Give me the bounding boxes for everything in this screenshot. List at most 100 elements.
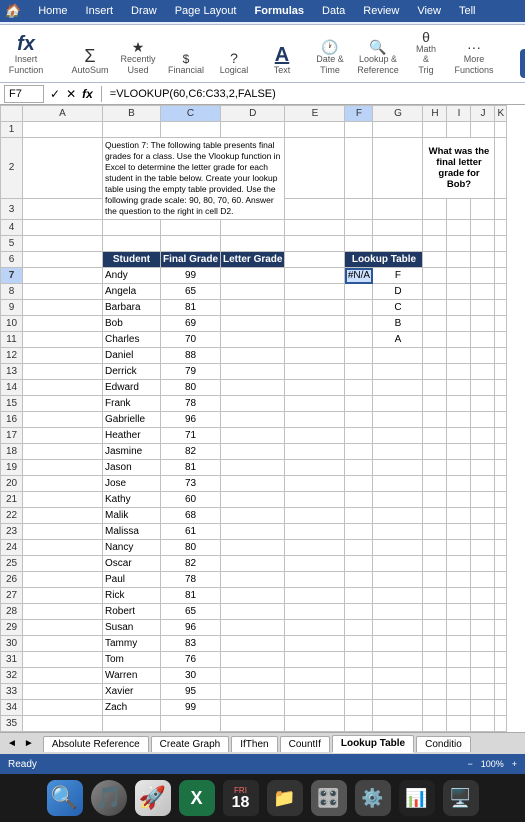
- cell-c17[interactable]: 71: [161, 428, 221, 444]
- cell-a34[interactable]: [23, 700, 103, 716]
- cell-d16[interactable]: [221, 412, 285, 428]
- dock-app2[interactable]: 🎛️: [311, 780, 347, 816]
- cell-g24[interactable]: [373, 540, 423, 556]
- cell-d15[interactable]: [221, 396, 285, 412]
- cell-h33[interactable]: [423, 684, 447, 700]
- cell-j22[interactable]: [471, 508, 495, 524]
- cell-b15[interactable]: Frank: [103, 396, 161, 412]
- menu-page-layout[interactable]: Page Layout: [171, 4, 241, 18]
- cell-k17[interactable]: [495, 428, 507, 444]
- cell-k31[interactable]: [495, 652, 507, 668]
- cell-b14[interactable]: Edward: [103, 380, 161, 396]
- dock-app4[interactable]: 📊: [399, 780, 435, 816]
- cell-h25[interactable]: [423, 556, 447, 572]
- cell-g30[interactable]: [373, 636, 423, 652]
- cell-h11[interactable]: [423, 332, 447, 348]
- cell-k20[interactable]: [495, 476, 507, 492]
- cell-d19[interactable]: [221, 460, 285, 476]
- cell-f8[interactable]: [345, 284, 373, 300]
- cell-i15[interactable]: [447, 396, 471, 412]
- cell-j24[interactable]: [471, 540, 495, 556]
- cell-d34[interactable]: [221, 700, 285, 716]
- cell-e21[interactable]: [285, 492, 345, 508]
- cell-e13[interactable]: [285, 364, 345, 380]
- cell-h27[interactable]: [423, 588, 447, 604]
- cell-h22[interactable]: [423, 508, 447, 524]
- cell-i35[interactable]: [447, 716, 471, 732]
- cell-b30[interactable]: Tammy: [103, 636, 161, 652]
- cell-g29[interactable]: [373, 620, 423, 636]
- menu-insert[interactable]: Insert: [82, 4, 118, 18]
- cell-a23[interactable]: [23, 524, 103, 540]
- tab-conditio[interactable]: Conditio: [416, 736, 471, 752]
- cell-g21[interactable]: [373, 492, 423, 508]
- cell-h24[interactable]: [423, 540, 447, 556]
- cell-a16[interactable]: [23, 412, 103, 428]
- cell-j23[interactable]: [471, 524, 495, 540]
- cell-e4[interactable]: [285, 220, 345, 236]
- dock-siri[interactable]: 🎵: [91, 780, 127, 816]
- cell-j3[interactable]: [471, 198, 495, 220]
- cell-k14[interactable]: [495, 380, 507, 396]
- col-header-b[interactable]: B: [103, 106, 161, 122]
- cell-i27[interactable]: [447, 588, 471, 604]
- cell-c4[interactable]: [161, 220, 221, 236]
- zoom-in-button[interactable]: +: [512, 759, 517, 769]
- cell-j13[interactable]: [471, 364, 495, 380]
- cell-g7[interactable]: F: [373, 268, 423, 284]
- financial-button[interactable]: $ Financial: [168, 51, 204, 78]
- cell-f35[interactable]: [345, 716, 373, 732]
- col-header-j[interactable]: J: [471, 106, 495, 122]
- cell-g15[interactable]: [373, 396, 423, 412]
- cell-c33[interactable]: 95: [161, 684, 221, 700]
- cell-f9[interactable]: [345, 300, 373, 316]
- cell-f33[interactable]: [345, 684, 373, 700]
- cell-e12[interactable]: [285, 348, 345, 364]
- cell-e10[interactable]: [285, 316, 345, 332]
- cell-b35[interactable]: [103, 716, 161, 732]
- cell-b21[interactable]: Kathy: [103, 492, 161, 508]
- cell-b32[interactable]: Warren: [103, 668, 161, 684]
- cell-i5[interactable]: [447, 236, 471, 252]
- cell-k18[interactable]: [495, 444, 507, 460]
- cell-a24[interactable]: [23, 540, 103, 556]
- cell-a17[interactable]: [23, 428, 103, 444]
- tab-ifthen[interactable]: IfThen: [231, 736, 277, 752]
- cell-c12[interactable]: 88: [161, 348, 221, 364]
- cell-b2[interactable]: Question 7: The following table presents…: [103, 138, 285, 220]
- cell-j17[interactable]: [471, 428, 495, 444]
- cell-g22[interactable]: [373, 508, 423, 524]
- cell-h1[interactable]: [423, 122, 447, 138]
- menu-view[interactable]: View: [413, 4, 445, 18]
- cell-i12[interactable]: [447, 348, 471, 364]
- col-header-g[interactable]: G: [373, 106, 423, 122]
- cell-i6[interactable]: [447, 252, 471, 268]
- cell-i30[interactable]: [447, 636, 471, 652]
- cell-c7[interactable]: 99: [161, 268, 221, 284]
- cell-f18[interactable]: [345, 444, 373, 460]
- cell-h23[interactable]: [423, 524, 447, 540]
- cell-f34[interactable]: [345, 700, 373, 716]
- cell-d25[interactable]: [221, 556, 285, 572]
- cell-i32[interactable]: [447, 668, 471, 684]
- fx-bar-icon[interactable]: fx: [80, 87, 95, 101]
- cell-d30[interactable]: [221, 636, 285, 652]
- cell-i13[interactable]: [447, 364, 471, 380]
- cell-h20[interactable]: [423, 476, 447, 492]
- cell-g16[interactable]: [373, 412, 423, 428]
- dock-excel[interactable]: X: [179, 780, 215, 816]
- cell-i18[interactable]: [447, 444, 471, 460]
- cell-c31[interactable]: 76: [161, 652, 221, 668]
- cell-b17[interactable]: Heather: [103, 428, 161, 444]
- lookup-reference-button[interactable]: 🔍 Lookup &Reference: [360, 38, 396, 78]
- cell-a26[interactable]: [23, 572, 103, 588]
- cell-e20[interactable]: [285, 476, 345, 492]
- cell-i21[interactable]: [447, 492, 471, 508]
- cell-i28[interactable]: [447, 604, 471, 620]
- cell-b9[interactable]: Barbara: [103, 300, 161, 316]
- cell-b13[interactable]: Derrick: [103, 364, 161, 380]
- cell-h5[interactable]: [423, 236, 447, 252]
- cell-e24[interactable]: [285, 540, 345, 556]
- cell-k34[interactable]: [495, 700, 507, 716]
- cell-j10[interactable]: [471, 316, 495, 332]
